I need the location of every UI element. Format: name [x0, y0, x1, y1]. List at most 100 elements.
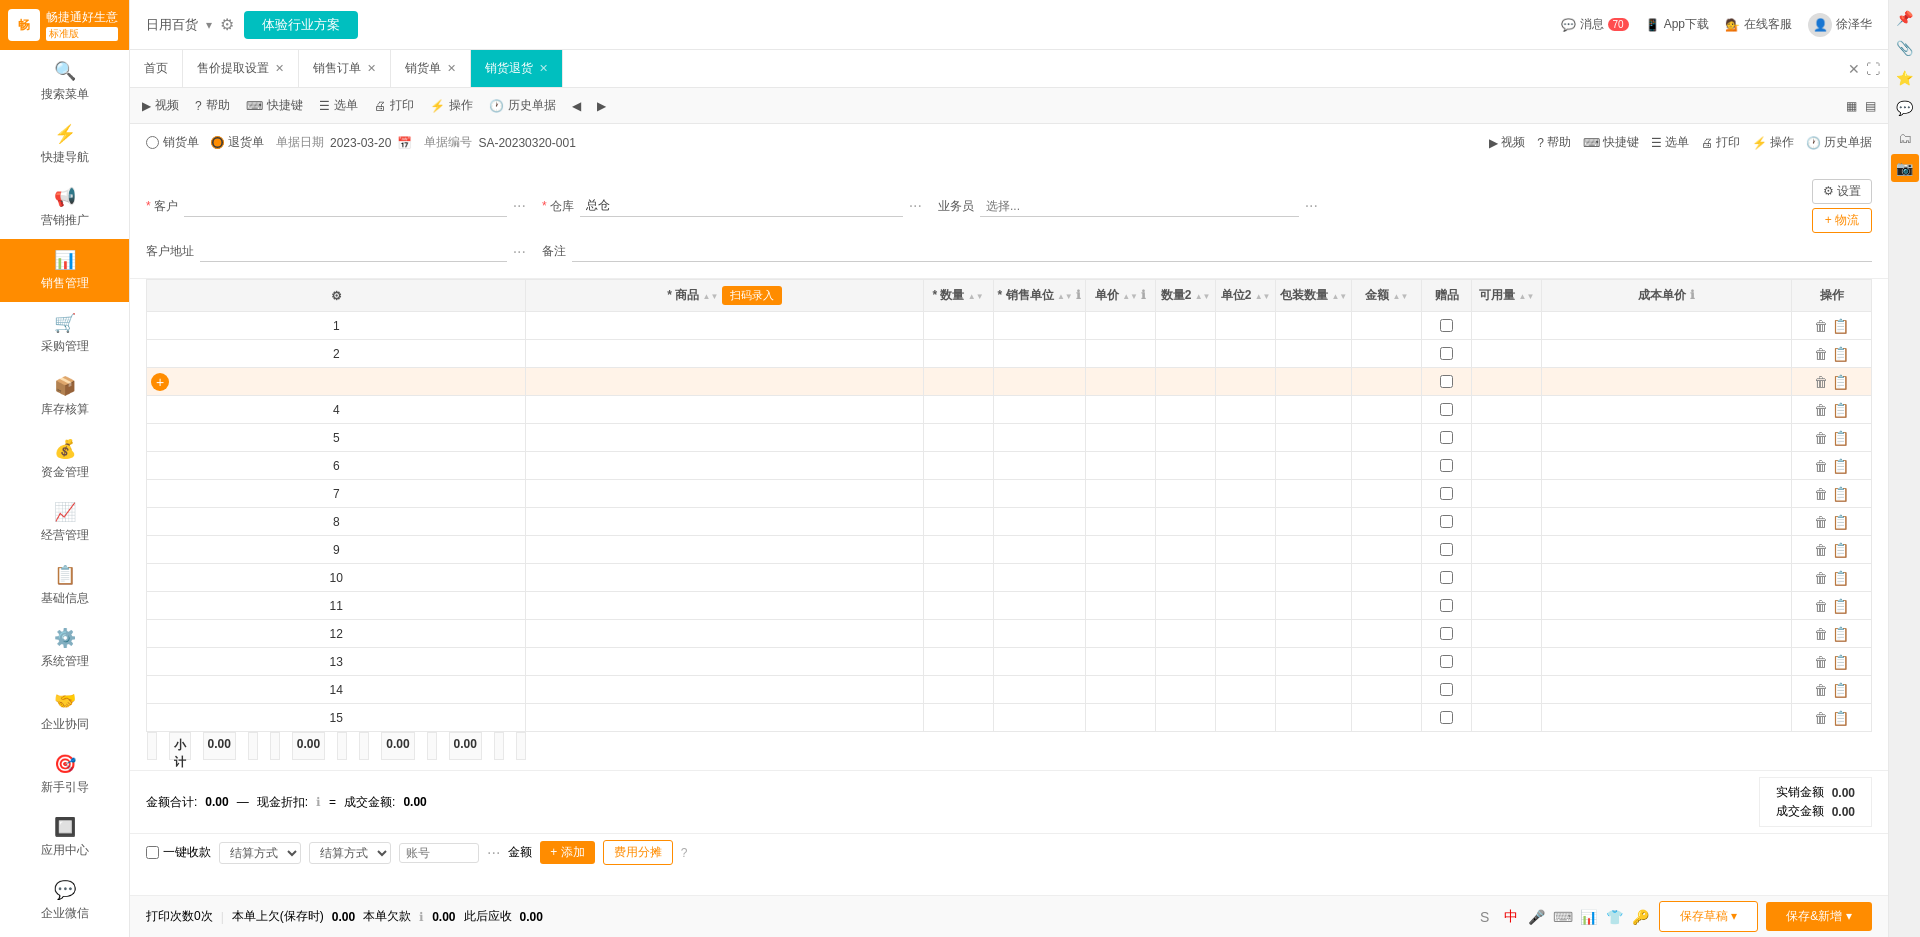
delete-row-1[interactable]: 🗑	[1814, 318, 1828, 334]
qty-cell-11[interactable]	[923, 592, 993, 620]
copy-row-8[interactable]: 📋	[1832, 514, 1849, 530]
qty2-cell-5[interactable]	[1156, 424, 1216, 452]
sidebar-item-inventory[interactable]: 📦 库存核算	[0, 365, 129, 428]
avail-cell-12[interactable]	[1472, 620, 1542, 648]
s-icon-3[interactable]: 🎤	[1527, 907, 1547, 927]
price-cell-8[interactable]	[1086, 508, 1156, 536]
gift-cell-6[interactable]	[1422, 452, 1472, 480]
gift-cell-13[interactable]	[1422, 648, 1472, 676]
type-sales-radio[interactable]	[146, 136, 159, 149]
qty2-cell-3[interactable]	[1156, 368, 1216, 396]
tab-close-sales-order[interactable]: ✕	[367, 62, 376, 75]
settle-method-select[interactable]: 结算方式	[219, 842, 301, 864]
gift-cell-8[interactable]	[1422, 508, 1472, 536]
amount-cell-15[interactable]	[1352, 704, 1422, 732]
product-input-7[interactable]	[530, 487, 918, 501]
unit-cell-12[interactable]	[993, 620, 1086, 648]
pkg-cell-10[interactable]	[1276, 564, 1352, 592]
product-input-4[interactable]	[530, 403, 918, 417]
app-download-btn[interactable]: 📱 App下载	[1645, 16, 1709, 33]
gift-check-6[interactable]	[1440, 459, 1453, 472]
product-input-1[interactable]	[530, 319, 918, 333]
price-cell-7[interactable]	[1086, 480, 1156, 508]
gift-cell-10[interactable]	[1422, 564, 1472, 592]
product-cell-15[interactable]	[526, 704, 923, 732]
cost-cell-1[interactable]	[1542, 312, 1792, 340]
tab-close-sales-return[interactable]: ✕	[539, 62, 548, 75]
qty-cell-9[interactable]	[923, 536, 993, 564]
tab-sales-delivery[interactable]: 销货单✕	[391, 50, 471, 87]
copy-row-10[interactable]: 📋	[1832, 570, 1849, 586]
amount-cell-11[interactable]	[1352, 592, 1422, 620]
sidebar-item-search[interactable]: 🔍 搜索菜单	[0, 50, 129, 113]
dropdown-icon[interactable]: ▾	[206, 18, 212, 32]
qty2-cell-14[interactable]	[1156, 676, 1216, 704]
price-cell-11[interactable]	[1086, 592, 1156, 620]
print-btn[interactable]: 🖨 打印	[374, 97, 414, 114]
pkg-cell-1[interactable]	[1276, 312, 1352, 340]
print-action-btn[interactable]: 🖨 打印	[1701, 134, 1740, 151]
product-cell-8[interactable]	[526, 508, 923, 536]
qty2-cell-11[interactable]	[1156, 592, 1216, 620]
copy-row-15[interactable]: 📋	[1832, 710, 1849, 726]
pkg-cell-5[interactable]	[1276, 424, 1352, 452]
sort-unit[interactable]: ▲▼	[1057, 293, 1073, 301]
sidebar-item-finance[interactable]: 💰 资金管理	[0, 428, 129, 491]
one-key-check[interactable]	[146, 846, 159, 859]
pkg-cell-8[interactable]	[1276, 508, 1352, 536]
video-action-btn[interactable]: ▶ 视频	[1489, 134, 1525, 151]
salesperson-picker[interactable]: ···	[1305, 197, 1318, 215]
qty2-cell-9[interactable]	[1156, 536, 1216, 564]
qty2-cell-10[interactable]	[1156, 564, 1216, 592]
cost-cell-7[interactable]	[1542, 480, 1792, 508]
unit2-cell-15[interactable]	[1216, 704, 1276, 732]
unit-cell-4[interactable]	[993, 396, 1086, 424]
rp-btn-archive[interactable]: 🗂	[1891, 124, 1919, 152]
list-view-btn[interactable]: ▤	[1865, 99, 1876, 113]
sidebar-item-coop[interactable]: 🤝 企业协同	[0, 680, 129, 743]
salesperson-input[interactable]	[980, 196, 1299, 217]
th-settings[interactable]: ⚙	[147, 280, 526, 312]
unit2-cell-5[interactable]	[1216, 424, 1276, 452]
gift-cell-9[interactable]	[1422, 536, 1472, 564]
cost-cell-15[interactable]	[1542, 704, 1792, 732]
copy-row-12[interactable]: 📋	[1832, 626, 1849, 642]
unit-cell-7[interactable]	[993, 480, 1086, 508]
cost-cell-5[interactable]	[1542, 424, 1792, 452]
copy-row-13[interactable]: 📋	[1832, 654, 1849, 670]
amount-cell-9[interactable]	[1352, 536, 1422, 564]
scan-btn[interactable]: 扫码录入	[722, 286, 782, 305]
sort-price[interactable]: ▲▼	[1122, 293, 1138, 301]
amount-cell-12[interactable]	[1352, 620, 1422, 648]
history-action-btn[interactable]: 🕐 历史单据	[1806, 134, 1872, 151]
copy-row-7[interactable]: 📋	[1832, 486, 1849, 502]
tab-close-price-settings[interactable]: ✕	[275, 62, 284, 75]
unit-cell-3[interactable]	[993, 368, 1086, 396]
gift-cell-4[interactable]	[1422, 396, 1472, 424]
price-cell-12[interactable]	[1086, 620, 1156, 648]
s-icon-4[interactable]: ⌨	[1553, 907, 1573, 927]
avail-cell-6[interactable]	[1472, 452, 1542, 480]
avail-cell-5[interactable]	[1472, 424, 1542, 452]
qty-cell-2[interactable]	[923, 340, 993, 368]
address-picker[interactable]: ···	[513, 243, 526, 261]
unit2-cell-4[interactable]	[1216, 396, 1276, 424]
qty2-cell-4[interactable]	[1156, 396, 1216, 424]
experience-btn[interactable]: 体验行业方案	[244, 11, 358, 39]
product-input-9[interactable]	[530, 543, 918, 557]
gift-check-15[interactable]	[1440, 711, 1453, 724]
qty2-cell-15[interactable]	[1156, 704, 1216, 732]
avail-cell-13[interactable]	[1472, 648, 1542, 676]
gift-check-11[interactable]	[1440, 599, 1453, 612]
delete-row-7[interactable]: 🗑	[1814, 486, 1828, 502]
gift-cell-14[interactable]	[1422, 676, 1472, 704]
type-return-radio[interactable]	[211, 136, 224, 149]
one-key-checkbox[interactable]: 一键收款	[146, 844, 211, 861]
grid-view-btn[interactable]: ▦	[1846, 99, 1857, 113]
help-action-btn[interactable]: ? 帮助	[1537, 134, 1571, 151]
warehouse-picker[interactable]: ···	[909, 197, 922, 215]
gift-cell-12[interactable]	[1422, 620, 1472, 648]
avail-cell-9[interactable]	[1472, 536, 1542, 564]
qty-cell-5[interactable]	[923, 424, 993, 452]
amount-cell-6[interactable]	[1352, 452, 1422, 480]
